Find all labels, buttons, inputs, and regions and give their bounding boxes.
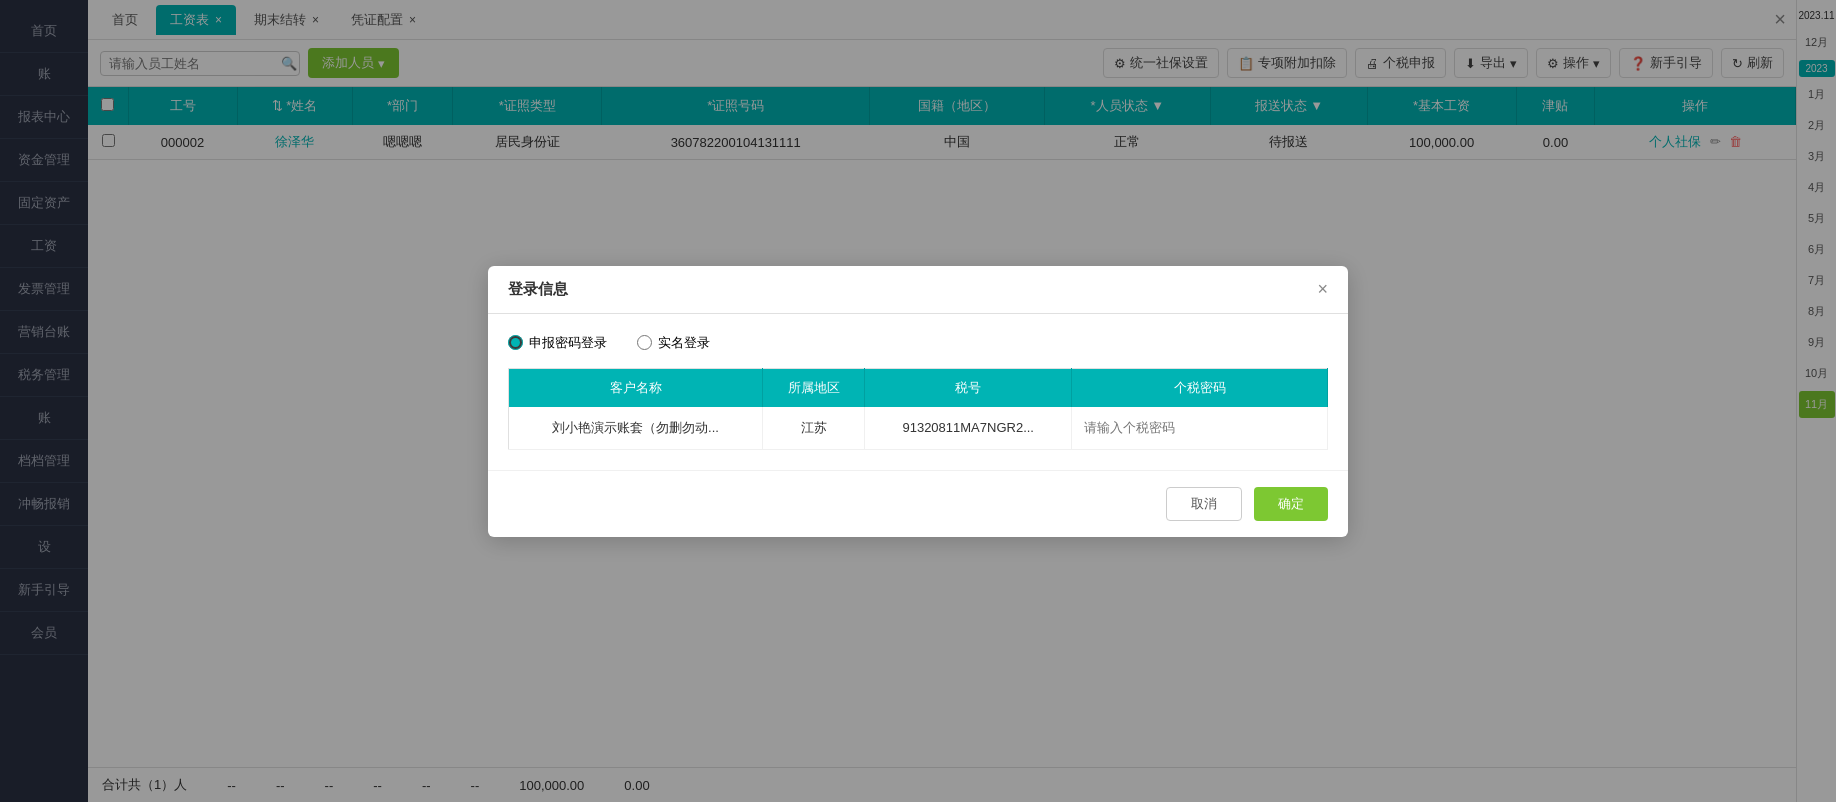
modal-overlay: 登录信息 × 申报密码登录 实名登录 客户名称 所属地区: [0, 0, 1836, 802]
cancel-button[interactable]: 取消: [1166, 487, 1242, 521]
cell-password[interactable]: [1072, 407, 1328, 450]
radio-password-input[interactable]: [508, 335, 523, 350]
cell-region: 江苏: [763, 407, 865, 450]
dialog-close-button[interactable]: ×: [1317, 280, 1328, 298]
login-info-table: 客户名称 所属地区 税号 个税密码 刘小艳演示账套（勿删勿动... 江苏 913…: [508, 368, 1328, 450]
radio-password-login[interactable]: 申报密码登录: [508, 334, 607, 352]
th-password: 个税密码: [1072, 368, 1328, 407]
radio-realname-login[interactable]: 实名登录: [637, 334, 710, 352]
radio-group: 申报密码登录 实名登录: [508, 334, 1328, 352]
th-region: 所属地区: [763, 368, 865, 407]
dialog-body: 申报密码登录 实名登录 客户名称 所属地区 税号 个税密码: [488, 314, 1348, 470]
dialog-header: 登录信息 ×: [488, 266, 1348, 314]
login-dialog: 登录信息 × 申报密码登录 实名登录 客户名称 所属地区: [488, 266, 1348, 537]
confirm-button[interactable]: 确定: [1254, 487, 1328, 521]
dialog-footer: 取消 确定: [488, 470, 1348, 537]
th-tax-no: 税号: [865, 368, 1072, 407]
tax-password-input[interactable]: [1084, 420, 1315, 435]
th-customer: 客户名称: [509, 368, 763, 407]
cell-tax-no: 91320811MA7NGR2...: [865, 407, 1072, 450]
cell-customer-name: 刘小艳演示账套（勿删勿动...: [509, 407, 763, 450]
dialog-title: 登录信息: [508, 280, 568, 299]
radio-realname-input[interactable]: [637, 335, 652, 350]
login-table-row: 刘小艳演示账套（勿删勿动... 江苏 91320811MA7NGR2...: [509, 407, 1328, 450]
